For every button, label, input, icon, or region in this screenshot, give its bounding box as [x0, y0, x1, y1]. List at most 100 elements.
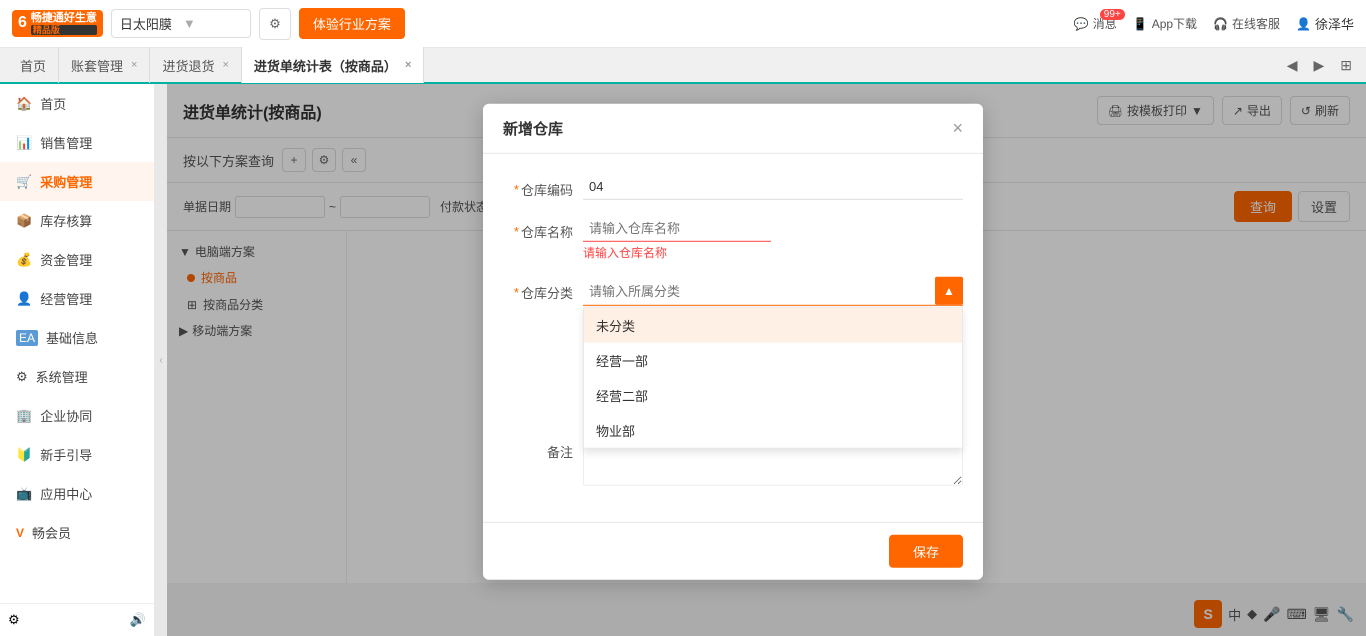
- category-dropdown[interactable]: ▲ 未分类 经营一部 经营二部 物业部: [583, 277, 963, 306]
- finance-icon: 💰: [16, 252, 32, 268]
- purchase-icon: 🛒: [16, 174, 32, 190]
- message-badge: 99+: [1100, 9, 1125, 20]
- add-warehouse-modal: 新增仓库 × * 仓库编码 * 仓库名称 请输入仓库名称: [483, 104, 983, 580]
- sidebar-collapse-button[interactable]: ‹: [155, 84, 167, 636]
- sidebar-guide-label: 新手引导: [40, 445, 92, 464]
- sidebar-inventory-label: 库存核算: [40, 211, 92, 230]
- store-name: 日太阳膜: [120, 14, 179, 33]
- enterprise-icon: 🏢: [16, 408, 32, 424]
- required-icon-code: *: [514, 182, 519, 197]
- category-input[interactable]: [583, 278, 935, 303]
- sidebar-sales-label: 销售管理: [40, 133, 92, 152]
- store-selector[interactable]: 日太阳膜 ▼: [111, 9, 251, 38]
- form-row-code: * 仓库编码: [503, 174, 963, 200]
- sidebar-item-inventory[interactable]: 📦 库存核算: [0, 201, 154, 240]
- logo-area: 6 畅捷通好生意 精品版: [12, 10, 103, 38]
- note-label: 备注: [503, 436, 573, 461]
- save-button[interactable]: 保存: [889, 535, 963, 568]
- tab-prev-button[interactable]: ◀: [1281, 55, 1304, 76]
- name-label: * 仓库名称: [503, 216, 573, 241]
- tab-purchase-return[interactable]: 进货退货 ×: [150, 47, 241, 83]
- sidebar-item-home[interactable]: 🏠 首页: [0, 84, 154, 123]
- home-icon: 🏠: [16, 96, 32, 112]
- dropdown-arrow-button[interactable]: ▲: [935, 277, 963, 305]
- top-header: 6 畅捷通好生意 精品版 日太阳膜 ▼ ⚙ 体验行业方案 💬 消息 99+ 📱 …: [0, 0, 1366, 48]
- settings-button[interactable]: ⚙: [259, 8, 291, 40]
- sidebar-item-enterprise[interactable]: 🏢 企业协同: [0, 396, 154, 435]
- modal-title: 新增仓库: [503, 118, 563, 139]
- sidebar-item-guide[interactable]: 🔰 新手引导: [0, 435, 154, 474]
- vip-icon: V: [16, 526, 24, 540]
- warehouse-code-input[interactable]: [583, 174, 963, 200]
- sidebar-item-sales[interactable]: 📊 销售管理: [0, 123, 154, 162]
- name-error-msg: 请输入仓库名称: [583, 244, 771, 261]
- required-icon-category: *: [514, 285, 519, 300]
- user-icon: 👤: [1296, 17, 1311, 31]
- logo-badge: 精品版: [31, 25, 97, 36]
- user-profile[interactable]: 👤 徐泽华: [1296, 14, 1354, 33]
- tab-home[interactable]: 首页: [8, 47, 59, 83]
- modal-header: 新增仓库 ×: [483, 104, 983, 154]
- sidebar: 🏠 首页 📊 销售管理 🛒 采购管理 📦 库存核算 💰 资金管理 👤 经营管理 …: [0, 84, 155, 636]
- logo-name: 畅捷通好生意: [31, 12, 97, 25]
- sidebar-item-operations[interactable]: 👤 经营管理: [0, 279, 154, 318]
- system-icon: ⚙: [16, 369, 28, 385]
- code-label: * 仓库编码: [503, 174, 573, 199]
- sidebar-item-vip[interactable]: V 畅会员: [0, 513, 154, 552]
- operations-icon: 👤: [16, 291, 32, 307]
- warehouse-name-input[interactable]: [583, 216, 771, 242]
- sidebar-item-finance[interactable]: 💰 资金管理: [0, 240, 154, 279]
- sidebar-home-label: 首页: [40, 94, 66, 113]
- tab-purchase-stats-close[interactable]: ×: [405, 59, 411, 71]
- sidebar-bottom: ⚙ 🔊: [0, 603, 154, 636]
- modal-body: * 仓库编码 * 仓库名称 请输入仓库名称 * 仓库分类: [483, 154, 983, 522]
- category-label: * 仓库分类: [503, 277, 573, 302]
- logo-icon: 6: [18, 14, 27, 32]
- tab-home-label: 首页: [20, 56, 46, 75]
- sidebar-settings-icon[interactable]: ⚙: [8, 612, 20, 628]
- sidebar-item-app-center[interactable]: 📺 应用中心: [0, 474, 154, 513]
- tab-purchase-return-label: 进货退货: [162, 56, 214, 75]
- sidebar-app-center-label: 应用中心: [40, 484, 92, 503]
- tab-purchase-stats[interactable]: 进货单统计表（按商品） ×: [242, 47, 424, 83]
- app-download-button[interactable]: 📱 App下载: [1133, 15, 1197, 32]
- gear-icon: ⚙: [269, 16, 281, 32]
- sidebar-item-system[interactable]: ⚙ 系统管理: [0, 357, 154, 396]
- tab-expand-button[interactable]: ⊞: [1334, 55, 1358, 76]
- dropdown-input-row: ▲: [583, 277, 963, 306]
- dropdown-option-ops1[interactable]: 经营一部: [584, 343, 962, 378]
- customer-service-label: 在线客服: [1232, 15, 1280, 32]
- sidebar-operations-label: 经营管理: [40, 289, 92, 308]
- headset-icon: 🎧: [1213, 17, 1228, 31]
- tab-account-close[interactable]: ×: [131, 59, 137, 71]
- header-right: 💬 消息 99+ 📱 App下载 🎧 在线客服 👤 徐泽华: [1074, 14, 1354, 33]
- tab-next-button[interactable]: ▶: [1307, 55, 1330, 76]
- sidebar-volume-icon[interactable]: 🔊: [130, 612, 146, 628]
- tab-purchase-stats-label: 进货单统计表（按商品）: [254, 56, 397, 75]
- sidebar-purchase-label: 采购管理: [40, 172, 92, 191]
- sales-icon: 📊: [16, 135, 32, 151]
- dropdown-option-unclassified[interactable]: 未分类: [584, 308, 962, 343]
- guide-icon: 🔰: [16, 447, 32, 463]
- required-icon-name: *: [514, 224, 519, 239]
- sidebar-vip-label: 畅会员: [32, 523, 71, 542]
- sidebar-basic-info-label: 基础信息: [46, 328, 98, 347]
- tab-purchase-return-close[interactable]: ×: [222, 59, 228, 71]
- chevron-down-icon: ▼: [183, 16, 242, 31]
- sidebar-system-label: 系统管理: [36, 367, 88, 386]
- message-icon: 💬: [1074, 17, 1089, 31]
- tab-account[interactable]: 账套管理 ×: [59, 47, 150, 83]
- sidebar-item-purchase[interactable]: 🛒 采购管理: [0, 162, 154, 201]
- dropdown-option-property[interactable]: 物业部: [584, 413, 962, 448]
- phone-icon: 📱: [1133, 17, 1148, 31]
- form-row-name: * 仓库名称 请输入仓库名称: [503, 216, 963, 261]
- customer-service-button[interactable]: 🎧 在线客服: [1213, 15, 1280, 32]
- trial-button[interactable]: 体验行业方案: [299, 8, 405, 39]
- basic-info-icon: EA: [16, 330, 38, 346]
- sidebar-enterprise-label: 企业协同: [40, 406, 92, 425]
- messages-button[interactable]: 💬 消息 99+: [1074, 15, 1117, 32]
- dropdown-option-ops2[interactable]: 经营二部: [584, 378, 962, 413]
- modal-close-button[interactable]: ×: [952, 118, 963, 139]
- modal-footer: 保存: [483, 522, 983, 580]
- sidebar-item-basic-info[interactable]: EA 基础信息: [0, 318, 154, 357]
